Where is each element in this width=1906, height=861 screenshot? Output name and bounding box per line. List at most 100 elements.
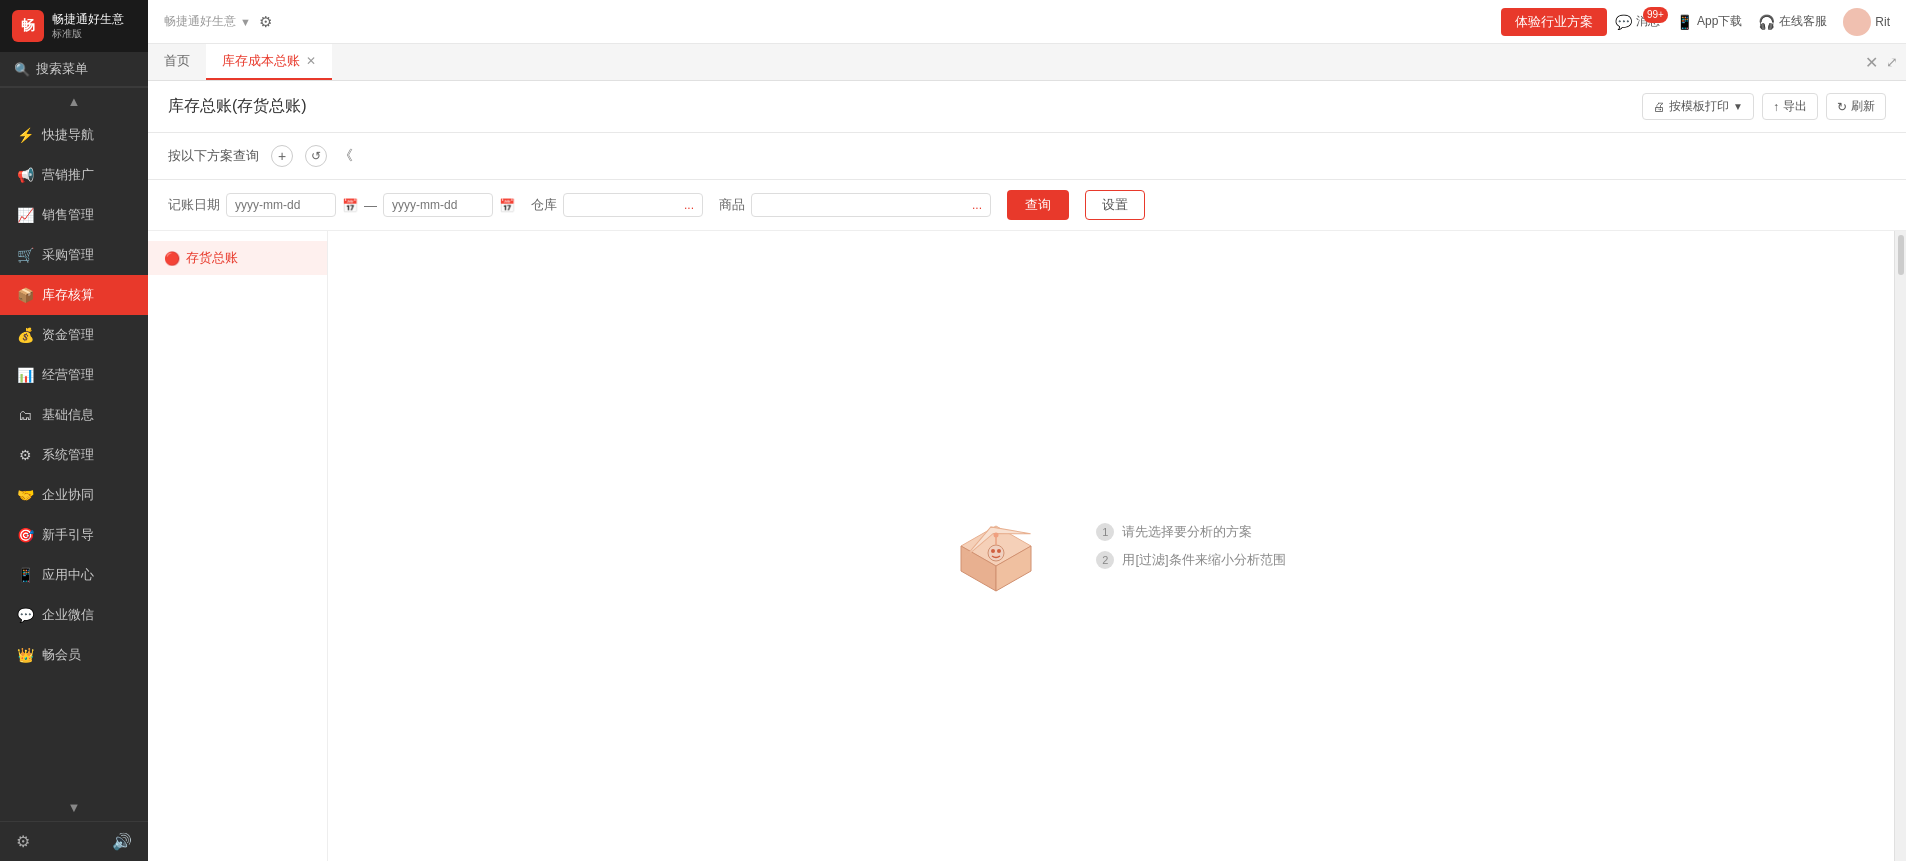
sidebar-item-quick-nav[interactable]: ⚡ 快捷导航 bbox=[0, 115, 148, 155]
sidebar-item-label: 快捷导航 bbox=[42, 126, 94, 144]
sidebar-item-enterprise[interactable]: 🤝 企业协同 bbox=[0, 475, 148, 515]
tab-close-icon[interactable]: ✕ bbox=[306, 55, 316, 67]
tab-resize-icon[interactable]: ⤢ bbox=[1886, 54, 1898, 70]
sidebar-item-system[interactable]: ⚙ 系统管理 bbox=[0, 435, 148, 475]
sidebar-item-label: 系统管理 bbox=[42, 446, 94, 464]
audio-icon[interactable]: 🔊 bbox=[112, 832, 132, 851]
content-body: 🔴 存货总账 bbox=[148, 231, 1906, 861]
hint-1-number: 1 bbox=[1096, 523, 1114, 541]
product-select[interactable]: ... bbox=[751, 193, 991, 217]
system-icon: ⚙ bbox=[16, 446, 34, 464]
date-separator: — bbox=[364, 198, 377, 213]
sidebar-item-purchase[interactable]: 🛒 采购管理 bbox=[0, 235, 148, 275]
tab-home[interactable]: 首页 bbox=[148, 44, 206, 80]
sidebar-item-vip[interactable]: 👑 畅会员 bbox=[0, 635, 148, 675]
tabbar: 首页 库存成本总账 ✕ ✕ ⤢ bbox=[148, 44, 1906, 81]
settings-icon[interactable]: ⚙ bbox=[16, 832, 30, 851]
scheme-item-label: 存货总账 bbox=[186, 249, 238, 267]
product-label: 商品 bbox=[719, 196, 745, 214]
headset-icon: 🎧 bbox=[1758, 14, 1775, 30]
warehouse-label: 仓库 bbox=[531, 196, 557, 214]
scheme-icon: 🔴 bbox=[164, 251, 180, 266]
hint-1-text: 请先选择要分析的方案 bbox=[1122, 523, 1252, 541]
vip-icon: 👑 bbox=[16, 646, 34, 664]
print-icon: 🖨 bbox=[1653, 100, 1665, 114]
purchase-icon: 🛒 bbox=[16, 246, 34, 264]
hint-2-number: 2 bbox=[1096, 551, 1114, 569]
sidebar-scroll-up[interactable]: ▲ bbox=[0, 90, 148, 113]
enterprise-icon: 🤝 bbox=[16, 486, 34, 504]
empty-hint-1: 1 请先选择要分析的方案 bbox=[1096, 523, 1285, 541]
sidebar-item-wechat[interactable]: 💬 企业微信 bbox=[0, 595, 148, 635]
filter-collapse-button[interactable]: 《 bbox=[339, 147, 353, 165]
sidebar-item-label: 经营管理 bbox=[42, 366, 94, 384]
topbar-right: 💬 消息 99+ 📱 App下载 🎧 在线客服 Rit bbox=[1615, 8, 1890, 36]
scroll-handle[interactable] bbox=[1898, 235, 1904, 275]
tab-cost-ledger[interactable]: 库存成本总账 ✕ bbox=[206, 44, 332, 80]
inventory-icon: 📦 bbox=[16, 286, 34, 304]
sidebar-item-basic[interactable]: 🗂 基础信息 bbox=[0, 395, 148, 435]
filter-reset-button[interactable]: ↺ bbox=[305, 145, 327, 167]
right-scrollbar[interactable] bbox=[1894, 231, 1906, 861]
date-start-input[interactable] bbox=[226, 193, 336, 217]
scheme-item-inventory-ledger[interactable]: 🔴 存货总账 bbox=[148, 241, 327, 275]
search-menu-item[interactable]: 🔍 搜索菜单 bbox=[0, 52, 148, 87]
sidebar-item-sales[interactable]: 📈 销售管理 bbox=[0, 195, 148, 235]
product-filter-group: 商品 ... bbox=[719, 193, 991, 217]
print-button[interactable]: 🖨 按模板打印 ▼ bbox=[1642, 93, 1754, 120]
sidebar-item-operation[interactable]: 📊 经营管理 bbox=[0, 355, 148, 395]
date-filter-group: 记账日期 📅 — 📅 bbox=[168, 193, 515, 217]
finance-icon: 💰 bbox=[16, 326, 34, 344]
app-logo-icon: 畅 bbox=[12, 10, 44, 42]
sidebar-item-app-center[interactable]: 📱 应用中心 bbox=[0, 555, 148, 595]
sidebar-item-guide[interactable]: 🎯 新手引导 bbox=[0, 515, 148, 555]
sidebar: 畅 畅捷通好生意 标准版 🔍 搜索菜单 ▲ ⚡ 快捷导航 📢 营销推广 📈 销售… bbox=[0, 0, 148, 861]
refresh-button[interactable]: ↻ 刷新 bbox=[1826, 93, 1886, 120]
marketing-icon: 📢 bbox=[16, 166, 34, 184]
product-more-icon[interactable]: ... bbox=[972, 198, 982, 212]
quick-nav-icon: ⚡ bbox=[16, 126, 34, 144]
warehouse-select[interactable]: ... bbox=[563, 193, 703, 217]
filter-bar: 按以下方案查询 + ↺ 《 bbox=[148, 133, 1906, 180]
sidebar-item-label: 库存核算 bbox=[42, 286, 94, 304]
wechat-icon: 💬 bbox=[16, 606, 34, 624]
sidebar-item-marketing[interactable]: 📢 营销推广 bbox=[0, 155, 148, 195]
sidebar-item-label: 营销推广 bbox=[42, 166, 94, 184]
industry-solution-button[interactable]: 体验行业方案 bbox=[1501, 8, 1607, 36]
empty-box-svg bbox=[941, 491, 1051, 601]
app-sub: 标准版 bbox=[52, 27, 124, 41]
online-service-button[interactable]: 🎧 在线客服 bbox=[1758, 13, 1827, 30]
calendar-end-icon[interactable]: 📅 bbox=[499, 198, 515, 213]
date-end-input[interactable] bbox=[383, 193, 493, 217]
topbar-gear-icon[interactable]: ⚙ bbox=[259, 13, 272, 31]
print-chevron-icon: ▼ bbox=[1733, 101, 1743, 112]
filter-add-button[interactable]: + bbox=[271, 145, 293, 167]
settings-button[interactable]: 设置 bbox=[1085, 190, 1145, 220]
messages-button[interactable]: 💬 消息 99+ bbox=[1615, 13, 1660, 30]
sidebar-item-label: 应用中心 bbox=[42, 566, 94, 584]
operation-icon: 📊 bbox=[16, 366, 34, 384]
sidebar-item-label: 企业微信 bbox=[42, 606, 94, 624]
filter-label: 按以下方案查询 bbox=[168, 147, 259, 165]
calendar-start-icon[interactable]: 📅 bbox=[342, 198, 358, 213]
warehouse-more-icon[interactable]: ... bbox=[684, 198, 694, 212]
hint-2-text: 用[过滤]条件来缩小分析范围 bbox=[1122, 551, 1285, 569]
sidebar-item-label: 资金管理 bbox=[42, 326, 94, 344]
svg-point-6 bbox=[997, 549, 1001, 553]
filter-row: 记账日期 📅 — 📅 仓库 ... 商品 ... 查询 设置 bbox=[148, 180, 1906, 231]
tab-cost-ledger-label: 库存成本总账 bbox=[222, 52, 300, 70]
search-menu-label: 搜索菜单 bbox=[36, 60, 88, 78]
app-download-button[interactable]: 📱 App下载 bbox=[1676, 13, 1742, 30]
query-button[interactable]: 查询 bbox=[1007, 190, 1069, 220]
sidebar-item-finance[interactable]: 💰 资金管理 bbox=[0, 315, 148, 355]
username-label: Rit bbox=[1875, 15, 1890, 29]
date-filter-label: 记账日期 bbox=[168, 196, 220, 214]
user-profile[interactable]: Rit bbox=[1843, 8, 1890, 36]
topbar: 畅捷通好生意 ▼ ⚙ 体验行业方案 💬 消息 99+ 📱 App下载 🎧 在线客… bbox=[148, 0, 1906, 44]
sidebar-scroll-down[interactable]: ▼ bbox=[0, 796, 148, 819]
export-button[interactable]: ↑ 导出 bbox=[1762, 93, 1818, 120]
sidebar-item-inventory[interactable]: 📦 库存核算 bbox=[0, 275, 148, 315]
svg-point-8 bbox=[994, 533, 999, 538]
tab-close-panel-icon[interactable]: ✕ bbox=[1865, 53, 1878, 72]
main-area: 畅捷通好生意 ▼ ⚙ 体验行业方案 💬 消息 99+ 📱 App下载 🎧 在线客… bbox=[148, 0, 1906, 861]
